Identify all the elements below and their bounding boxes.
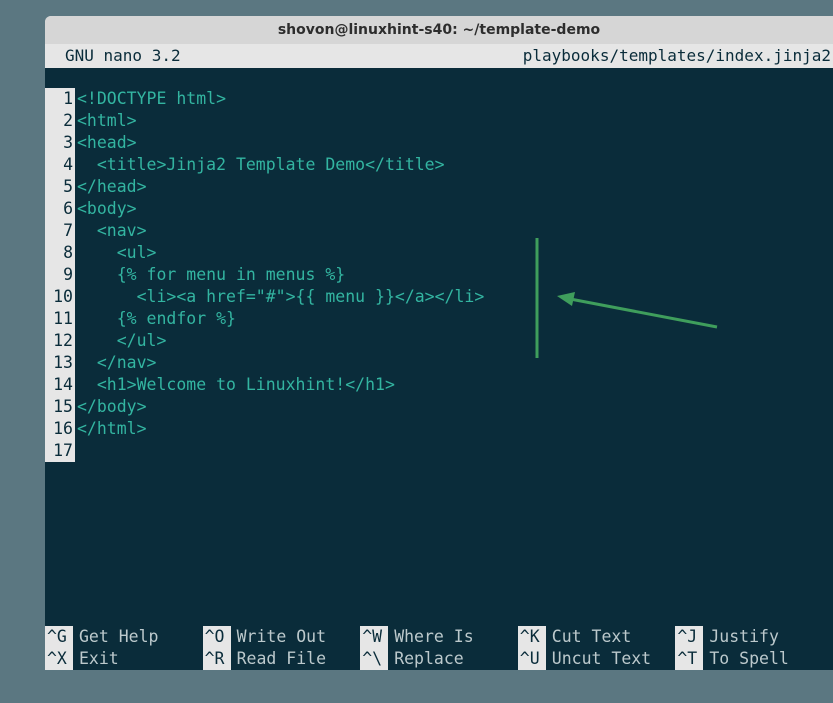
shortcut-label: To Spell (703, 648, 788, 670)
code-line[interactable]: 13 </nav> (45, 352, 833, 374)
nano-header: GNU nano 3.2 playbooks/templates/index.j… (45, 44, 833, 68)
line-number: 2 (45, 110, 75, 132)
line-text[interactable]: </html> (75, 418, 147, 440)
line-text[interactable] (75, 440, 77, 462)
line-text[interactable]: <body> (75, 198, 137, 220)
line-text[interactable]: <ul> (75, 242, 156, 264)
line-number: 3 (45, 132, 75, 154)
shortcut-key: ^U (518, 648, 546, 670)
shortcut-item[interactable]: ^GGet Help (45, 626, 203, 648)
terminal-body[interactable]: GNU nano 3.2 playbooks/templates/index.j… (45, 44, 833, 670)
line-number: 9 (45, 264, 75, 286)
line-text[interactable]: {% endfor %} (75, 308, 236, 330)
line-text[interactable]: </ul> (75, 330, 166, 352)
shortcut-label: Cut Text (546, 626, 631, 648)
shortcut-item[interactable]: ^XExit (45, 648, 203, 670)
shortcut-key: ^J (675, 626, 703, 648)
code-line[interactable]: 15</body> (45, 396, 833, 418)
line-number: 6 (45, 198, 75, 220)
line-number: 17 (45, 440, 75, 462)
shortcut-label: Get Help (73, 626, 158, 648)
editor-area[interactable]: 1<!DOCTYPE html>2<html>3<head>4 <title>J… (45, 68, 833, 462)
shortcut-item[interactable]: ^\Replace (360, 648, 518, 670)
line-number: 16 (45, 418, 75, 440)
code-line[interactable]: 9 {% for menu in menus %} (45, 264, 833, 286)
shortcut-key: ^K (518, 626, 546, 648)
line-number: 1 (45, 88, 75, 110)
line-number: 12 (45, 330, 75, 352)
shortcut-label: Where Is (388, 626, 473, 648)
shortcut-item[interactable]: ^OWrite Out (203, 626, 361, 648)
shortcut-item[interactable]: ^KCut Text (518, 626, 676, 648)
shortcut-key: ^G (45, 626, 73, 648)
shortcut-item[interactable]: ^WWhere Is (360, 626, 518, 648)
shortcut-key: ^T (675, 648, 703, 670)
code-line[interactable]: 11 {% endfor %} (45, 308, 833, 330)
line-number: 8 (45, 242, 75, 264)
line-number: 11 (45, 308, 75, 330)
shortcut-label: Write Out (231, 626, 326, 648)
line-number: 5 (45, 176, 75, 198)
line-text[interactable]: </head> (75, 176, 147, 198)
shortcut-label: Replace (388, 648, 464, 670)
line-number: 13 (45, 352, 75, 374)
code-line[interactable]: 10 <li><a href="#">{{ menu }}</a></li> (45, 286, 833, 308)
code-line[interactable]: 3<head> (45, 132, 833, 154)
shortcut-label: Uncut Text (546, 648, 651, 670)
line-number: 15 (45, 396, 75, 418)
line-text[interactable]: <h1>Welcome to Linuxhint!</h1> (75, 374, 395, 396)
shortcut-row-1: ^GGet Help^OWrite Out^WWhere Is^KCut Tex… (45, 626, 833, 648)
line-text[interactable]: <title>Jinja2 Template Demo</title> (75, 154, 445, 176)
line-number: 7 (45, 220, 75, 242)
code-line[interactable]: 1<!DOCTYPE html> (45, 88, 833, 110)
shortcut-label: Exit (73, 648, 119, 670)
nano-filepath: playbooks/templates/index.jinja2 (523, 44, 833, 68)
shortcut-item[interactable]: ^JJustify (675, 626, 833, 648)
code-line[interactable]: 6<body> (45, 198, 833, 220)
code-line[interactable]: 7 <nav> (45, 220, 833, 242)
nano-shortcut-bar: ^GGet Help^OWrite Out^WWhere Is^KCut Tex… (45, 626, 833, 670)
code-line[interactable]: 2<html> (45, 110, 833, 132)
shortcut-label: Read File (231, 648, 326, 670)
code-line[interactable]: 12 </ul> (45, 330, 833, 352)
window-titlebar: shovon@linuxhint-s40: ~/template-demo (45, 16, 833, 44)
shortcut-row-2: ^XExit^RRead File^\Replace^UUncut Text^T… (45, 648, 833, 670)
line-number: 10 (45, 286, 75, 308)
code-line[interactable]: 16</html> (45, 418, 833, 440)
shortcut-item[interactable]: ^TTo Spell (675, 648, 833, 670)
code-line[interactable]: 8 <ul> (45, 242, 833, 264)
shortcut-key: ^\ (360, 648, 388, 670)
line-text[interactable]: <!DOCTYPE html> (75, 88, 226, 110)
nano-version: GNU nano 3.2 (45, 44, 183, 68)
line-text[interactable]: <li><a href="#">{{ menu }}</a></li> (75, 286, 484, 308)
shortcut-item[interactable]: ^RRead File (203, 648, 361, 670)
shortcut-key: ^O (203, 626, 231, 648)
line-text[interactable]: </nav> (75, 352, 156, 374)
line-text[interactable]: </body> (75, 396, 147, 418)
code-line[interactable]: 14 <h1>Welcome to Linuxhint!</h1> (45, 374, 833, 396)
line-text[interactable]: {% for menu in menus %} (75, 264, 345, 286)
window-title-text: shovon@linuxhint-s40: ~/template-demo (278, 22, 600, 38)
line-number: 4 (45, 154, 75, 176)
shortcut-label: Justify (703, 626, 779, 648)
shortcut-item[interactable]: ^UUncut Text (518, 648, 676, 670)
shortcut-key: ^W (360, 626, 388, 648)
code-line[interactable]: 17 (45, 440, 833, 462)
code-line[interactable]: 4 <title>Jinja2 Template Demo</title> (45, 154, 833, 176)
shortcut-key: ^R (203, 648, 231, 670)
line-text[interactable]: <html> (75, 110, 137, 132)
code-line[interactable]: 5</head> (45, 176, 833, 198)
line-number: 14 (45, 374, 75, 396)
line-text[interactable]: <nav> (75, 220, 147, 242)
shortcut-key: ^X (45, 648, 73, 670)
line-text[interactable]: <head> (75, 132, 137, 154)
terminal-window: shovon@linuxhint-s40: ~/template-demo GN… (45, 16, 833, 670)
